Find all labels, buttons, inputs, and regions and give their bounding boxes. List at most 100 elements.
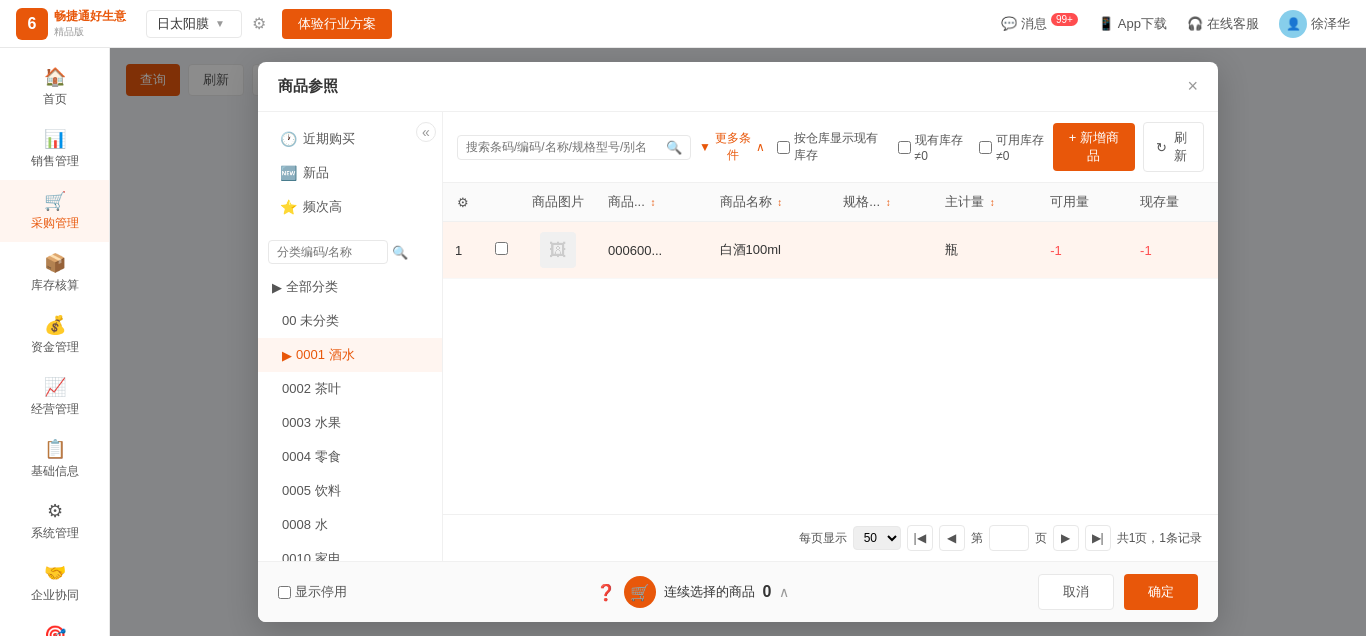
logo-icon: 6 — [16, 8, 48, 40]
modal-body: 🕐 近期购买 🆕 新品 ⭐ 频次高 — [258, 112, 1218, 561]
col-header-code[interactable]: 商品... ↕ — [596, 183, 708, 222]
message-button[interactable]: 💬 消息 99+ — [1001, 15, 1078, 33]
checkbox-stock-nonzero[interactable]: 现有库存≠0 — [898, 132, 964, 163]
cell-image: 🖼 — [520, 222, 596, 279]
col-header-unit[interactable]: 主计量 ↕ — [933, 183, 1038, 222]
double-left-icon: « — [422, 124, 430, 140]
category-snacks[interactable]: 0004 零食 — [258, 440, 442, 474]
category-appliances[interactable]: 0010 家电 — [258, 542, 442, 561]
user-profile[interactable]: 👤 徐泽华 — [1279, 10, 1350, 38]
sort-icon-code: ↕ — [650, 197, 655, 208]
modal-overlay: 商品参照 × 🕐 近期购买 🆕 — [110, 48, 1366, 636]
sidebar-item-purchase[interactable]: 🛒 采购管理 — [0, 180, 109, 242]
app-download-button[interactable]: 📱 App下载 — [1098, 15, 1167, 33]
category-alcohol[interactable]: ▶ 0001 酒水 — [258, 338, 442, 372]
modal-header: 商品参照 × — [258, 62, 1218, 112]
next-page-button[interactable]: ▶ — [1053, 525, 1079, 551]
confirm-button[interactable]: 确定 — [1124, 574, 1198, 610]
cell-stock: -1 — [1128, 222, 1218, 279]
help-icon[interactable]: ❓ — [596, 583, 616, 602]
nav-right: 💬 消息 99+ 📱 App下载 🎧 在线客服 👤 徐泽华 — [1001, 10, 1350, 38]
category-search: 🔍 — [258, 234, 442, 270]
sort-icon-name: ↕ — [777, 197, 782, 208]
product-reference-modal: 商品参照 × 🕐 近期购买 🆕 — [258, 62, 1218, 622]
category-all[interactable]: ▶ 全部分类 — [258, 270, 442, 304]
nav-center: 日太阳膜 ▼ ⚙ 体验行业方案 — [126, 9, 1001, 39]
purchase-icon: 🛒 — [44, 190, 66, 212]
avatar: 👤 — [1279, 10, 1307, 38]
category-drinks[interactable]: 0005 饮料 — [258, 474, 442, 508]
product-image-placeholder: 🖼 — [540, 232, 576, 268]
product-search-wrap: 🔍 — [457, 135, 691, 160]
category-search-input[interactable] — [268, 240, 388, 264]
online-service-button[interactable]: 🎧 在线客服 — [1187, 15, 1259, 33]
category-unclassified[interactable]: 00 未分类 — [258, 304, 442, 338]
cancel-button[interactable]: 取消 — [1038, 574, 1114, 610]
prev-page-button[interactable]: ◀ — [939, 525, 965, 551]
checkbox-show-stock-input[interactable] — [777, 141, 790, 154]
cell-check[interactable] — [483, 222, 520, 279]
refresh-icon: ↻ — [1156, 140, 1167, 155]
operations-icon: 📈 — [44, 376, 66, 398]
category-water[interactable]: 0008 水 — [258, 508, 442, 542]
footer-right: 取消 确定 — [1038, 574, 1198, 610]
sidebar-item-inventory[interactable]: 📦 库存核算 — [0, 242, 109, 304]
sidebar-item-system[interactable]: ⚙ 系统管理 — [0, 490, 109, 552]
filter-frequent[interactable]: ⭐ 频次高 — [268, 190, 432, 224]
product-table-area: ⚙ 商品图片 商品... ↕ — [443, 183, 1218, 514]
basic-info-icon: 📋 — [44, 438, 66, 460]
top-navigation: 6 畅捷通好生意 精品版 日太阳膜 ▼ ⚙ 体验行业方案 💬 消息 99+ 📱 … — [0, 0, 1366, 48]
sidebar-item-operations[interactable]: 📈 经营管理 — [0, 366, 109, 428]
cart-icon[interactable]: 🛒 — [624, 576, 656, 608]
row-checkbox[interactable] — [495, 242, 508, 255]
headset-icon: 🎧 — [1187, 16, 1203, 31]
cell-code: 000600... — [596, 222, 708, 279]
filter-new[interactable]: 🆕 新品 — [268, 156, 432, 190]
brand-text: 畅捷通好生意 精品版 — [54, 8, 126, 39]
sidebar-item-newbie[interactable]: 🎯 新手引导 — [0, 614, 109, 636]
filter-top: 🕐 近期购买 🆕 新品 ⭐ 频次高 — [258, 122, 442, 234]
col-header-spec[interactable]: 规格... ↕ — [831, 183, 933, 222]
page-number-input[interactable]: 1 — [989, 525, 1029, 551]
first-page-button[interactable]: |◀ — [907, 525, 933, 551]
modal-footer: 显示停用 ❓ 🛒 连续选择的商品 0 ∧ 取消 确定 — [258, 561, 1218, 622]
pagination: 每页显示 50 |◀ ◀ 第 1 页 ▶ ▶| 共1页，1条记录 — [443, 514, 1218, 561]
checkbox-available-nonzero-input[interactable] — [979, 141, 992, 154]
page-size-select[interactable]: 50 — [853, 526, 901, 550]
checkbox-show-stock[interactable]: 按仓库显示现有库存 — [777, 130, 882, 164]
collapse-panel-button[interactable]: « — [416, 122, 436, 142]
newbie-icon: 🎯 — [44, 624, 66, 636]
store-selector[interactable]: 日太阳膜 ▼ — [146, 10, 242, 38]
sidebar-item-sales[interactable]: 📊 销售管理 — [0, 118, 109, 180]
close-button[interactable]: × — [1187, 76, 1198, 97]
sidebar-item-finance[interactable]: 💰 资金管理 — [0, 304, 109, 366]
add-product-button[interactable]: + 新增商品 — [1053, 123, 1135, 171]
last-page-button[interactable]: ▶| — [1085, 525, 1111, 551]
trial-button[interactable]: 体验行业方案 — [282, 9, 392, 39]
sidebar-item-enterprise[interactable]: 🤝 企业协同 — [0, 552, 109, 614]
category-tea[interactable]: 0002 茶叶 — [258, 372, 442, 406]
show-disabled-checkbox[interactable]: 显示停用 — [278, 583, 347, 601]
show-disabled-input[interactable] — [278, 586, 291, 599]
filter-recent[interactable]: 🕐 近期购买 — [268, 122, 432, 156]
content-area: 查询 刷新 设置 商品参照 × 🕐 — [110, 48, 1366, 636]
category-fruit[interactable]: 0003 水果 — [258, 406, 442, 440]
table-row[interactable]: 1 🖼 — [443, 222, 1218, 279]
refresh-table-button[interactable]: ↻ 刷新 — [1143, 122, 1204, 172]
main-layout: 🏠 首页 📊 销售管理 🛒 采购管理 📦 库存核算 💰 资金管理 📈 经营管理 … — [0, 48, 1366, 636]
search-icon[interactable]: 🔍 — [666, 140, 682, 155]
category-search-icon[interactable]: 🔍 — [392, 245, 408, 260]
sidebar-item-home[interactable]: 🏠 首页 — [0, 56, 109, 118]
cell-unit: 瓶 — [933, 222, 1038, 279]
col-header-name[interactable]: 商品名称 ↕ — [708, 183, 832, 222]
checkbox-available-nonzero[interactable]: 可用库存≠0 — [979, 132, 1045, 163]
sidebar-item-basic-info[interactable]: 📋 基础信息 — [0, 428, 109, 490]
product-search-input[interactable] — [466, 140, 666, 154]
settings-icon[interactable]: ⚙ — [252, 14, 266, 33]
col-header-settings[interactable]: ⚙ — [443, 183, 483, 222]
cart-collapse-button[interactable]: ∧ — [779, 584, 789, 600]
more-filter-button[interactable]: ▼ 更多条件 ∧ — [699, 130, 765, 164]
sidebar: 🏠 首页 📊 销售管理 🛒 采购管理 📦 库存核算 💰 资金管理 📈 经营管理 … — [0, 48, 110, 636]
category-list: ▶ 全部分类 00 未分类 ▶ 0001 酒水 0002 茶 — [258, 270, 442, 561]
checkbox-stock-nonzero-input[interactable] — [898, 141, 911, 154]
